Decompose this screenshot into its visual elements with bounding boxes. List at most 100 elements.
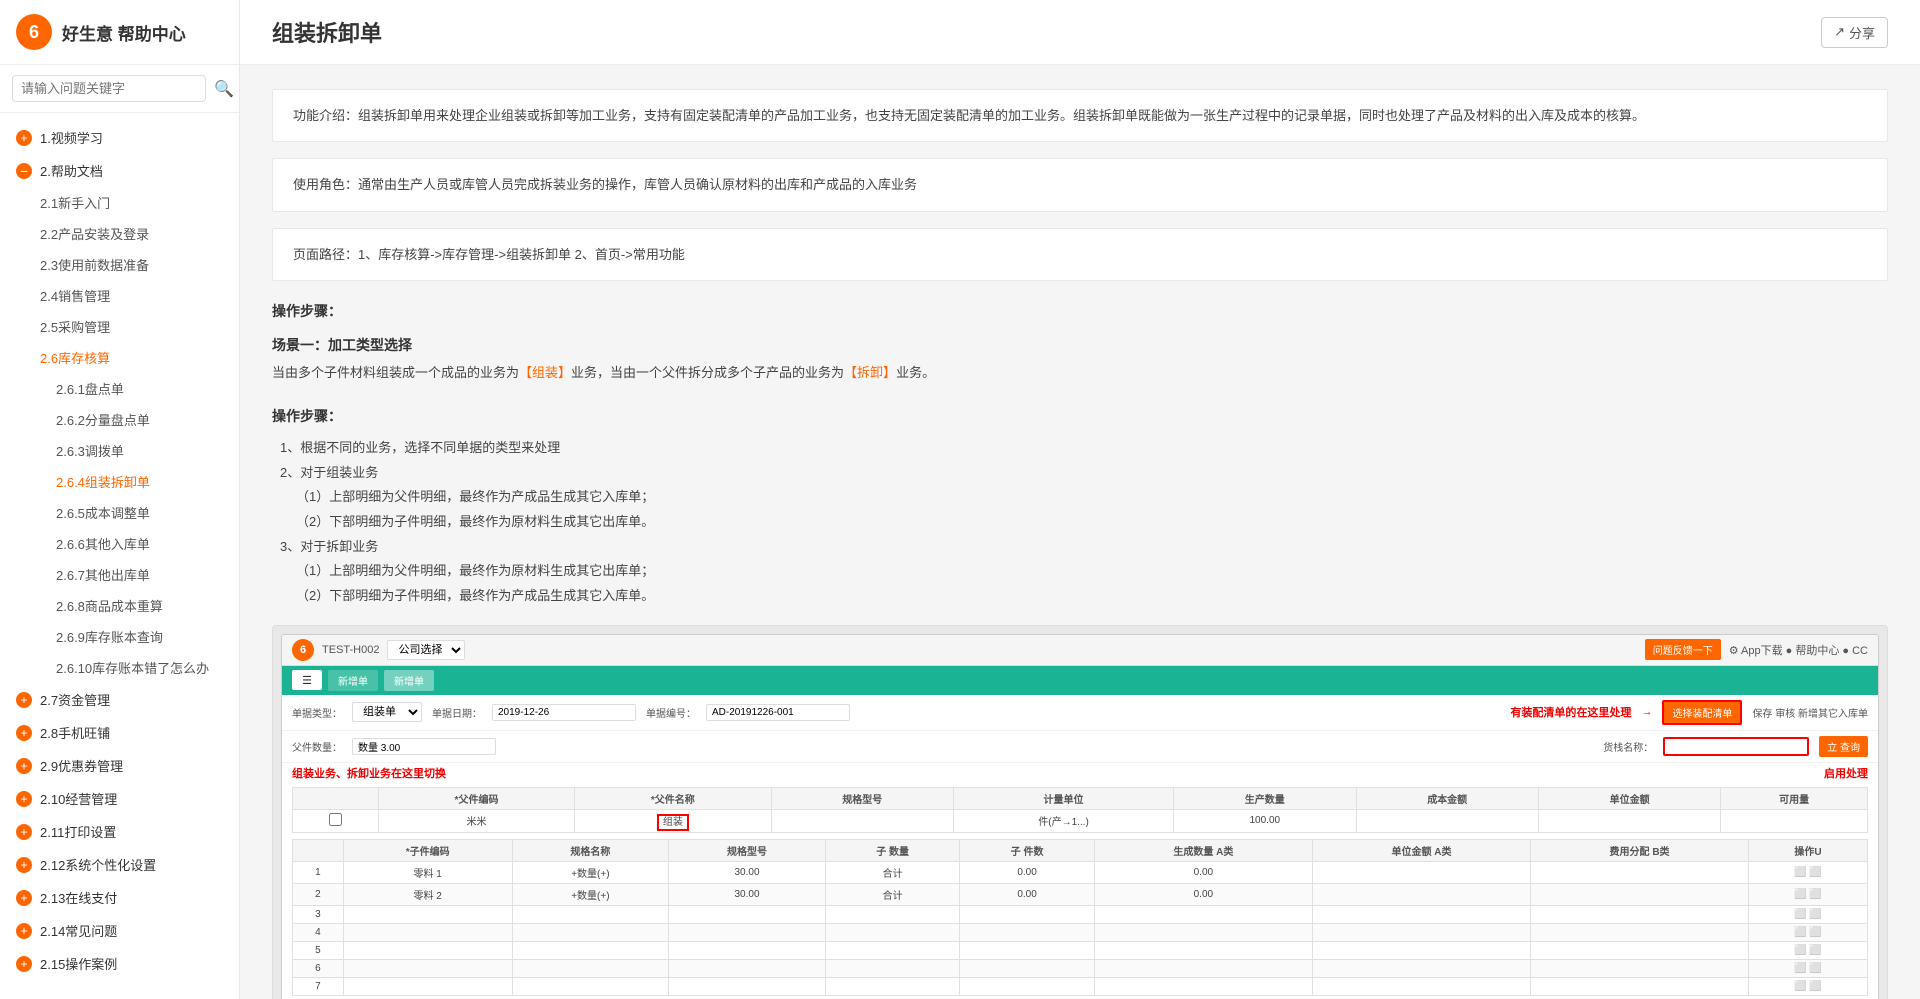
sidebar-item-data-prep[interactable]: 2.3使用前数据准备 [0, 249, 239, 280]
step2: 2、对于组装业务 [272, 461, 1888, 486]
nav-section-finance: + 2.7资金管理 [0, 683, 239, 716]
sidebar-item-other-out[interactable]: 2.6.7其他出库单 [0, 559, 239, 590]
table-row: 1 零料 1 +数量(+) 30.00 合计 0.00 0.00 ⬜ ⬜ [293, 861, 1868, 883]
col-checkbox [293, 787, 379, 809]
path-block: 页面路径：1、库存核算->库存管理->组装拆卸单 2、首页->常用功能 [272, 228, 1888, 281]
mock-new-btn[interactable]: 问题反馈一下 [1645, 639, 1721, 660]
nav-section-docs: − 2.帮助文档 2.1新手入门 2.2产品安装及登录 2.3使用前数据准备 2… [0, 154, 239, 683]
mock-count-input[interactable] [352, 738, 496, 755]
col-c-cost-a: 单位金额 A类 [1312, 839, 1530, 861]
screenshot-inner: 6 TEST-H002 公司选择 问题反馈一下 ⚙ App下载 ● 帮助中心 ●… [273, 626, 1887, 999]
sidebar-item-assembly[interactable]: 2.6.4组装拆卸单 [0, 466, 239, 497]
sidebar-item-mobile[interactable]: + 2.8手机旺铺 [0, 716, 239, 749]
mock-label-num: 单据编号： [646, 705, 696, 720]
sidebar-item-cases[interactable]: + 2.15操作案例 [0, 947, 239, 980]
sidebar-nav: + 1.视频学习 − 2.帮助文档 2.1新手入门 2.2产品安装及登录 2.3… [0, 113, 239, 999]
sidebar-item-mgmt[interactable]: + 2.10经营管理 [0, 782, 239, 815]
sidebar-item-cost-recalc[interactable]: 2.6.8商品成本重算 [0, 590, 239, 621]
sidebar-item-ledger-error[interactable]: 2.6.10库存账本错了怎么办 [0, 652, 239, 683]
role-block: 使用角色：通常由生产人员或库管人员完成拆装业务的操作，库管人员确认原材料的出库和… [272, 158, 1888, 211]
mock-sidebar-toggle[interactable]: ☰ [292, 670, 322, 690]
scene1-desc: 当由多个子件材料组装成一个成品的业务为【组装】业务，当由一个父件拆分成多个子产品… [272, 361, 1888, 386]
mock-label-date: 单据日期： [432, 705, 482, 720]
sidebar-item-coupon[interactable]: + 2.9优惠券管理 [0, 749, 239, 782]
plus-icon: + [16, 130, 32, 146]
sidebar-label-payment: 2.13在线支付 [40, 888, 117, 907]
sidebar-item-transfer[interactable]: 2.6.3调拨单 [0, 435, 239, 466]
sidebar-item-video[interactable]: + 1.视频学习 [0, 121, 239, 154]
step2-sub1: （1）上部明细为父件明细，最终作为产成品生成其它入库单； [272, 485, 1888, 510]
row-checkbox[interactable] [329, 813, 342, 826]
sidebar-item-payment[interactable]: + 2.13在线支付 [0, 881, 239, 914]
col-unit-cost: 单位金额 [1538, 787, 1720, 809]
mock-application: 6 TEST-H002 公司选择 问题反馈一下 ⚙ App下载 ● 帮助中心 ●… [281, 634, 1879, 999]
col-cost: 成本金额 [1356, 787, 1538, 809]
sidebar-item-beginner[interactable]: 2.1新手入门 [0, 187, 239, 218]
plus-icon-mgmt: + [16, 791, 32, 807]
sidebar-item-install[interactable]: 2.2产品安装及登录 [0, 218, 239, 249]
mock-num-input[interactable] [706, 704, 850, 721]
sidebar-item-sales[interactable]: 2.4销售管理 [0, 280, 239, 311]
annotation-enable: 启用处理 [1824, 765, 1868, 781]
col-c-spec2: 规格型号 [669, 839, 826, 861]
plus-icon-mobile: + [16, 725, 32, 741]
sidebar-item-faq[interactable]: + 2.14常见问题 [0, 914, 239, 947]
mock-select-bom-btn[interactable]: 选择装配清单 [1662, 700, 1742, 725]
nav-section-mgmt: + 2.10经营管理 [0, 782, 239, 815]
nav-section-payment: + 2.13在线支付 [0, 881, 239, 914]
sidebar-label-mobile: 2.8手机旺铺 [40, 723, 110, 742]
cell-name: 组装 [575, 809, 771, 832]
mock-tab-list[interactable]: 新增单 [384, 670, 434, 691]
sidebar-item-print[interactable]: + 2.11打印设置 [0, 815, 239, 848]
sidebar-item-customize[interactable]: + 2.12系统个性化设置 [0, 848, 239, 881]
sidebar-item-partial-stocktake[interactable]: 2.6.2分量盘点单 [0, 404, 239, 435]
table-row: 5⬜ ⬜ [293, 941, 1868, 959]
sidebar: 6 好生意 帮助中心 🔍 + 1.视频学习 − 2.帮助文档 2.1新手入门 2… [0, 0, 240, 999]
sidebar-item-docs[interactable]: − 2.帮助文档 [0, 154, 239, 187]
mock-search-input[interactable] [1663, 737, 1809, 756]
nav-section-print: + 2.11打印设置 [0, 815, 239, 848]
plus-icon-coupon: + [16, 758, 32, 774]
search-button[interactable]: 🔍 [212, 77, 236, 101]
sidebar-item-finance[interactable]: + 2.7资金管理 [0, 683, 239, 716]
sidebar-item-other-in[interactable]: 2.6.6其他入库单 [0, 528, 239, 559]
mock-parent-section: *父件编码 *父件名称 规格型号 计量单位 生产数量 成本金额 单位金额 可用量 [282, 783, 1878, 835]
mock-company-select[interactable]: 公司选择 [387, 640, 465, 660]
plus-icon-customize: + [16, 857, 32, 873]
mock-date-input[interactable] [492, 704, 636, 721]
minus-icon: − [16, 163, 32, 179]
disassemble-highlight: 【拆卸】 [844, 365, 896, 380]
nav-section-customize: + 2.12系统个性化设置 [0, 848, 239, 881]
page-header: 组装拆卸单 ↗ 分享 [240, 0, 1920, 65]
search-input[interactable] [12, 75, 206, 102]
mock-tab-new[interactable]: 新增单 [328, 670, 378, 691]
mock-child-table: *子件编码 规格名称 规格型号 子 数量 子 件数 生成数量 A类 单位金额 A… [292, 839, 1868, 996]
mock-parent-table: *父件编码 *父件名称 规格型号 计量单位 生产数量 成本金额 单位金额 可用量 [292, 787, 1868, 833]
sidebar-item-cost-adj[interactable]: 2.6.5成本调整单 [0, 497, 239, 528]
logo-area: 6 好生意 帮助中心 [0, 0, 239, 65]
plus-icon-finance: + [16, 692, 32, 708]
cell-cost-amt [1356, 809, 1538, 832]
mock-query-btn[interactable]: 立 查询 [1819, 736, 1868, 757]
nav-section-coupon: + 2.9优惠券管理 [0, 749, 239, 782]
logo-icon: 6 [16, 14, 52, 50]
sidebar-item-stocktake[interactable]: 2.6.1盘点单 [0, 373, 239, 404]
col-c-code: *子件编码 [343, 839, 512, 861]
col-c-count-b: 费用分配 B类 [1531, 839, 1749, 861]
sidebar-label-mgmt: 2.10经营管理 [40, 789, 117, 808]
mock-type-select[interactable]: 组装单 拆卸单 [352, 702, 422, 722]
cell-unit: 件(产→1...) [953, 809, 1173, 832]
sidebar-item-ledger-query[interactable]: 2.6.9库存账本查询 [0, 621, 239, 652]
col-c-count2: 生成数量 A类 [1094, 839, 1312, 861]
intro-text: 功能介绍：组装拆卸单用来处理企业组装或拆卸等加工业务，支持有固定装配清单的产品加… [293, 104, 1867, 127]
mock-form-row2: 父件数量： 货栈名称： 立 查询 [282, 731, 1878, 763]
sidebar-item-purchase[interactable]: 2.5采购管理 [0, 311, 239, 342]
assembly-highlight: 【组装】 [519, 365, 571, 380]
share-button[interactable]: ↗ 分享 [1821, 17, 1888, 48]
mock-test-label: TEST-H002 [322, 644, 379, 656]
nav-section-mobile: + 2.8手机旺铺 [0, 716, 239, 749]
sidebar-item-inventory[interactable]: 2.6库存核算 [0, 342, 239, 373]
cell-unit-cost-val [1538, 809, 1720, 832]
mock-form-area: 单据类型： 组装单 拆卸单 单据日期： 单据编号： 有装配清单的在这里处理 → [282, 695, 1878, 731]
logo-text: 好生意 帮助中心 [62, 20, 186, 45]
